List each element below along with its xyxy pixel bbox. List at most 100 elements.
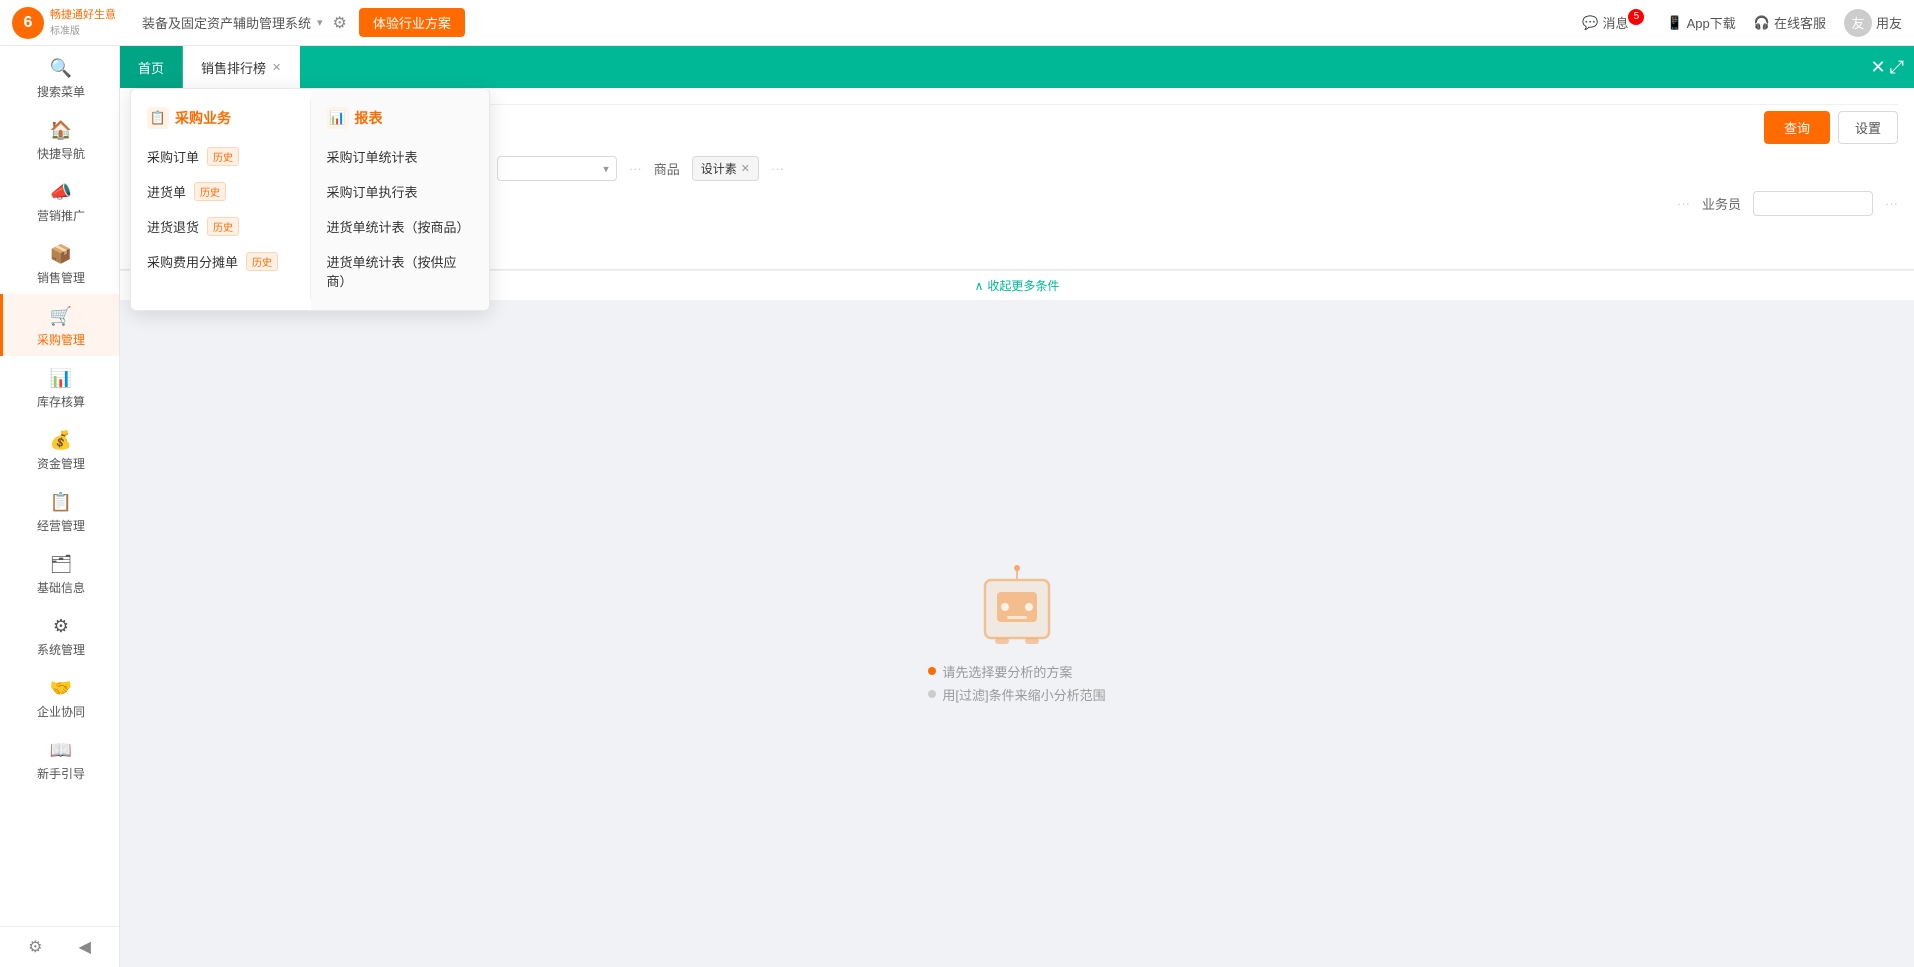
goods-dots[interactable]: ··· [771,161,784,176]
collapse-label: 收起更多条件 [987,277,1059,294]
sidebar-item-system[interactable]: ⚙ 系统管理 [0,604,119,666]
tab-sales-rank-label: 销售排行榜 [201,58,266,77]
system-icon: ⚙ [53,616,69,637]
tab-expand-btn[interactable]: ⤢ [1890,57,1904,78]
badge-expense: 历史 [246,252,278,271]
badge-order: 历史 [207,147,239,166]
sidebar-label-inventory: 库存核算 [37,393,85,410]
goods-tag-remove[interactable]: ✕ [741,162,750,175]
sidebar-item-inventory[interactable]: 📊 库存核算 [0,356,119,418]
sidebar-item-marketing[interactable]: 📣 营销推广 [0,170,119,232]
purchase-icon: 🛒 [50,306,72,327]
dropdown-purchase-title: 采购业务 [175,108,231,128]
logo-icon: 6 [12,7,44,39]
sidebar-item-basic[interactable]: 🗂 基础信息 [0,542,119,604]
rank-dots[interactable]: ··· [1677,196,1690,211]
sidebar-item-guide[interactable]: 📖 新手引导 [0,728,119,790]
empty-text-list: 请先选择要分析的方案 用[过滤]条件来缩小分析范围 [928,662,1105,708]
empty-state: 请先选择要分析的方案 用[过滤]条件来缩小分析范围 [120,300,1914,967]
sales-icon: 📦 [50,244,72,265]
business-icon: 📋 [50,492,72,513]
app-download-action[interactable]: 📱 App下载 [1666,13,1735,32]
user-action[interactable]: 友 用友 [1844,9,1902,37]
tab-bar: 首页 销售排行榜 ✕ ✕ ⤢ [120,46,1914,88]
system-name-wrap: 装备及固定资产辅助管理系统 ▾ ⚙ [142,13,347,33]
setting-button[interactable]: 设置 [1838,111,1898,144]
sidebar-item-quick-nav[interactable]: 🏠 快捷导航 [0,108,119,170]
sidebar-item-funds[interactable]: 💰 资金管理 [0,418,119,480]
online-service-action[interactable]: 🎧 在线客服 [1754,13,1826,32]
status-select-wrap [497,156,617,181]
system-name: 装备及固定资产辅助管理系统 [142,13,311,32]
salesperson-input[interactable] [1753,191,1873,216]
guide-icon: 📖 [50,740,72,761]
tab-close-icon[interactable]: ✕ [272,61,281,74]
tab-home-label: 首页 [138,58,164,77]
sidebar-label-funds: 资金管理 [37,455,85,472]
purchase-dropdown: 📋 采购业务 采购订单 历史 进货单 历史 进货退货 历史 采购费用分摊单 历史… [130,88,490,311]
logo: 6 畅捷通好生意 标准版 [12,7,132,39]
chevron-up-icon: ∧ [975,279,984,293]
headset-icon: 🎧 [1754,15,1770,31]
status-select[interactable] [497,156,617,181]
sidebar-item-purchase[interactable]: 🛒 采购管理 [0,294,119,356]
settings-btn[interactable]: ⚙ [28,937,42,957]
funds-icon: 💰 [50,430,72,451]
tab-sales-rank[interactable]: 销售排行榜 ✕ [183,46,300,88]
tab-home[interactable]: 首页 [120,46,183,88]
sidebar-label-search: 搜索菜单 [37,83,85,100]
query-button[interactable]: 查询 [1764,111,1830,144]
dropdown-item-inbound-supplier[interactable]: 进货单统计表（按供应商） [311,244,490,298]
home-icon: 🏠 [50,120,72,141]
dropdown-item-order-exec[interactable]: 采购订单执行表 [311,174,490,209]
system-gear-icon[interactable]: ⚙ [333,13,347,33]
report-col-icon: 📊 [327,107,349,129]
badge-return: 历史 [207,217,239,236]
sidebar-label-business: 经营管理 [37,517,85,534]
dropdown-report-title: 报表 [355,108,383,128]
tab-close-btn[interactable]: ✕ [1871,57,1886,78]
sidebar-item-business[interactable]: 📋 经营管理 [0,480,119,542]
sidebar-item-search[interactable]: 🔍 搜索菜单 [0,46,119,108]
sidebar-label-enterprise: 企业协同 [37,703,85,720]
inventory-icon: 📊 [50,368,72,389]
enterprise-icon: 🤝 [50,678,72,699]
dropdown-purchase-col: 📋 采购业务 采购订单 历史 进货单 历史 进货退货 历史 采购费用分摊单 历史 [131,89,310,310]
system-chevron[interactable]: ▾ [317,16,323,29]
sidebar-item-sales[interactable]: 📦 销售管理 [0,232,119,294]
purchase-col-icon: 📋 [147,107,169,129]
status-dots[interactable]: ··· [629,161,642,176]
empty-line-1: 请先选择要分析的方案 [928,662,1105,681]
goods-label: 商品 [654,159,680,178]
dropdown-item-expense[interactable]: 采购费用分摊单 历史 [131,244,310,279]
empty-svg [967,560,1067,650]
avatar: 友 [1844,9,1872,37]
industry-btn[interactable]: 体验行业方案 [359,8,465,37]
message-icon: 💬 [1582,15,1598,31]
dropdown-item-inbound-goods[interactable]: 进货单统计表（按商品） [311,209,490,244]
marketing-icon: 📣 [50,182,72,203]
top-bar: 6 畅捷通好生意 标准版 装备及固定资产辅助管理系统 ▾ ⚙ 体验行业方案 💬 … [0,0,1914,46]
sidebar-item-enterprise[interactable]: 🤝 企业协同 [0,666,119,728]
tab-bar-actions: ✕ ⤢ [1861,57,1914,78]
message-action[interactable]: 💬 消息 5 [1582,13,1648,32]
collapse-btn[interactable]: ◀ [79,937,91,957]
sidebar-label-sales: 销售管理 [37,269,85,286]
sidebar-label-guide: 新手引导 [37,765,85,782]
dropdown-item-return[interactable]: 进货退货 历史 [131,209,310,244]
dropdown-item-inbound[interactable]: 进货单 历史 [131,174,310,209]
salesperson-label: 业务员 [1702,194,1741,213]
badge-inbound: 历史 [194,182,226,201]
dropdown-item-order-stat[interactable]: 采购订单统计表 [311,139,490,174]
phone-icon: 📱 [1666,15,1682,31]
goods-tag: 设计素 ✕ [692,156,759,181]
dropdown-item-order[interactable]: 采购订单 历史 [131,139,310,174]
dropdown-report-col: 📊 报表 采购订单统计表 采购订单执行表 进货单统计表（按商品） 进货单统计表（… [311,89,490,310]
basic-icon: 🗂 [50,554,73,575]
salesperson-dots[interactable]: ··· [1885,196,1898,211]
sidebar-label-quick-nav: 快捷导航 [37,145,85,162]
sidebar-label-system: 系统管理 [37,641,85,658]
logo-name: 畅捷通好生意 [50,8,116,22]
empty-dot-1 [928,667,936,675]
empty-line-2: 用[过滤]条件来缩小分析范围 [928,685,1105,704]
